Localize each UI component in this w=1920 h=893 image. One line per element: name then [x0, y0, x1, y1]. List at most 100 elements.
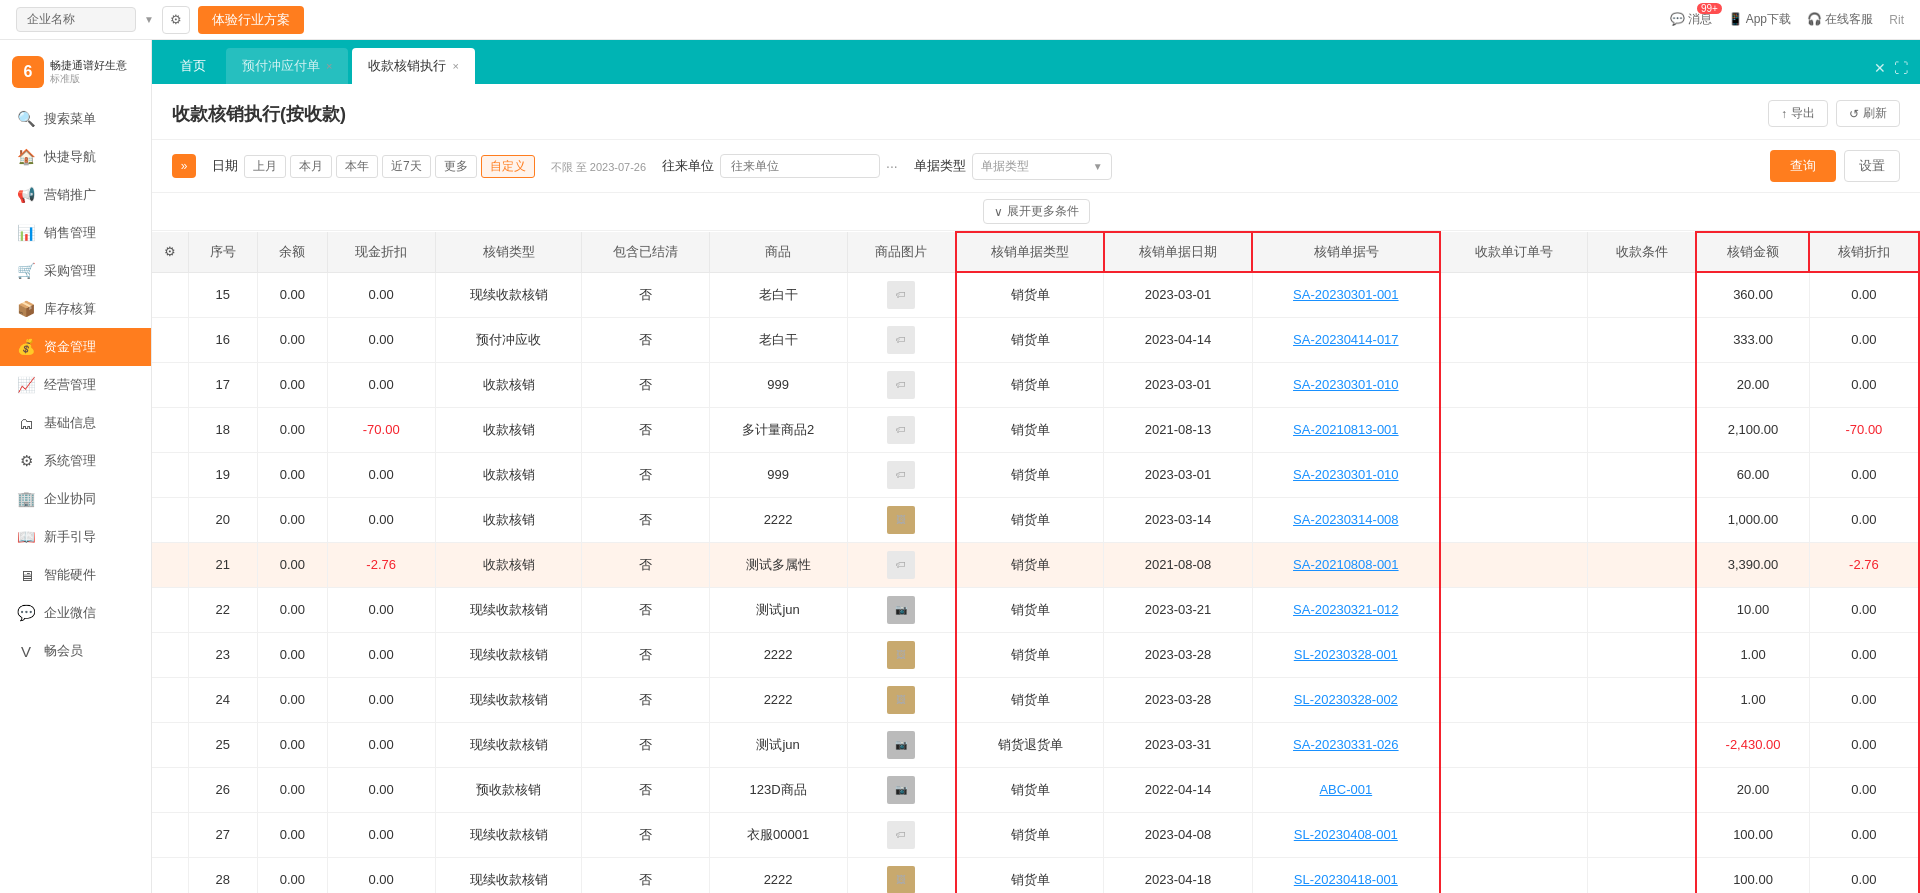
sidebar-item-finance[interactable]: 💰 资金管理 — [0, 328, 151, 366]
row-receipt-condition — [1587, 767, 1696, 812]
row-receipt-condition — [1587, 542, 1696, 587]
filter-partner-input[interactable] — [720, 154, 880, 178]
row-verify-bill-no[interactable]: SA-20230331-026 — [1252, 722, 1440, 767]
date-btn-custom[interactable]: 自定义 — [481, 155, 535, 178]
tab-home[interactable]: 首页 — [164, 48, 222, 84]
row-verify-bill-no[interactable]: SA-20230314-008 — [1252, 497, 1440, 542]
sidebar-item-search[interactable]: 🔍 搜索菜单 — [0, 100, 151, 138]
table-row: 180.00-70.00收款核销否多计量商品2🏷销货单2021-08-13SA-… — [152, 407, 1919, 452]
row-verify-bill-no[interactable]: SA-20210813-001 — [1252, 407, 1440, 452]
page-inner: 收款核销执行(按收款) ↑ 导出 ↺ 刷新 » — [152, 84, 1920, 893]
verify-bill-no-link[interactable]: SA-20210808-001 — [1293, 557, 1399, 572]
verify-bill-no-link[interactable]: SL-20230328-002 — [1294, 692, 1398, 707]
row-verify-bill-no[interactable]: SA-20230301-001 — [1252, 272, 1440, 317]
row-verify-discount: 0.00 — [1809, 587, 1919, 632]
refresh-button[interactable]: ↺ 刷新 — [1836, 100, 1900, 127]
verify-bill-no-link[interactable]: SA-20210813-001 — [1293, 422, 1399, 437]
verify-bill-no-link[interactable]: SA-20230301-001 — [1293, 287, 1399, 302]
sidebar-item-inventory[interactable]: 📦 库存核算 — [0, 290, 151, 328]
sidebar-item-basic[interactable]: 🗂 基础信息 — [0, 404, 151, 442]
tab-receipt[interactable]: 收款核销执行 × — [352, 48, 474, 84]
row-verify-bill-no[interactable]: SL-20230408-001 — [1252, 812, 1440, 857]
row-receipt-order-no — [1440, 857, 1587, 893]
tab-close-icon[interactable]: ✕ — [1874, 60, 1886, 76]
sidebar-item-hardware[interactable]: 🖥 智能硬件 — [0, 556, 151, 594]
sidebar-item-sales[interactable]: 📊 销售管理 — [0, 214, 151, 252]
verify-bill-no-link[interactable]: SA-20230314-008 — [1293, 512, 1399, 527]
refresh-icon: ↺ — [1849, 107, 1859, 121]
col-settings[interactable]: ⚙ — [152, 232, 188, 272]
row-settings-icon — [152, 857, 188, 893]
sidebar-item-marketing[interactable]: 📢 营销推广 — [0, 176, 151, 214]
row-receipt-order-no — [1440, 542, 1587, 587]
table-row: 220.000.00现续收款核销否测试jun📷销货单2023-03-21SA-2… — [152, 587, 1919, 632]
tab-expand-icon[interactable]: ⛶ — [1894, 60, 1908, 76]
filter-bill-type-select[interactable]: 单据类型 ▼ — [972, 153, 1112, 180]
sidebar-item-system[interactable]: ⚙ 系统管理 — [0, 442, 151, 480]
verify-bill-no-link[interactable]: ABC-001 — [1319, 782, 1372, 797]
verify-bill-no-link[interactable]: SL-20230408-001 — [1294, 827, 1398, 842]
table-body: 150.000.00现续收款核销否老白干🏷销货单2023-03-01SA-202… — [152, 272, 1919, 893]
row-verify-bill-no[interactable]: SA-20230301-010 — [1252, 452, 1440, 497]
sidebar-label-purchase: 采购管理 — [44, 262, 96, 280]
sidebar-label-system: 系统管理 — [44, 452, 96, 470]
tab-prepay[interactable]: 预付冲应付单 × — [226, 48, 348, 84]
page-content: 收款核销执行(按收款) ↑ 导出 ↺ 刷新 » — [152, 84, 1920, 893]
app-download-link[interactable]: 📱 App下载 — [1728, 11, 1791, 28]
company-dropdown-icon[interactable]: ▼ — [144, 14, 154, 25]
sidebar-item-wechat[interactable]: 💬 企业微信 — [0, 594, 151, 632]
row-verify-bill-no[interactable]: SL-20230418-001 — [1252, 857, 1440, 893]
date-btn-more[interactable]: 更多 — [435, 155, 477, 178]
row-verify-discount: 0.00 — [1809, 317, 1919, 362]
verify-bill-no-link[interactable]: SL-20230418-001 — [1294, 872, 1398, 887]
filter-partner-ellipsis[interactable]: ··· — [886, 158, 898, 174]
row-verify-bill-no[interactable]: SA-20230321-012 — [1252, 587, 1440, 632]
sidebar-item-guide[interactable]: 📖 新手引导 — [0, 518, 151, 556]
tab-receipt-label: 收款核销执行 — [368, 57, 446, 75]
settings-button[interactable]: 设置 — [1844, 150, 1900, 182]
sidebar-item-operations[interactable]: 📈 经营管理 — [0, 366, 151, 404]
date-btn-7days[interactable]: 近7天 — [382, 155, 431, 178]
row-verify-bill-no[interactable]: SL-20230328-001 — [1252, 632, 1440, 677]
sidebar-label-marketing: 营销推广 — [44, 186, 96, 204]
export-button[interactable]: ↑ 导出 — [1768, 100, 1828, 127]
row-verify-bill-no[interactable]: SL-20230328-002 — [1252, 677, 1440, 722]
sidebar-item-quick-nav[interactable]: 🏠 快捷导航 — [0, 138, 151, 176]
sidebar-item-purchase[interactable]: 🛒 采购管理 — [0, 252, 151, 290]
tab-prepay-close[interactable]: × — [326, 60, 332, 72]
tab-receipt-close[interactable]: × — [452, 60, 458, 72]
filter-expand-btn[interactable]: » — [172, 154, 196, 178]
verify-bill-no-link[interactable]: SA-20230331-026 — [1293, 737, 1399, 752]
company-selector[interactable]: 企业名称 — [16, 7, 136, 32]
row-verify-bill-no[interactable]: SA-20230301-010 — [1252, 362, 1440, 407]
row-verify-type: 收款核销 — [435, 542, 582, 587]
purchase-icon: 🛒 — [16, 262, 36, 280]
message-icon[interactable]: 💬 消息 99+ — [1670, 11, 1712, 28]
col-seq: 序号 — [188, 232, 258, 272]
verify-bill-no-link[interactable]: SA-20230414-017 — [1293, 332, 1399, 347]
row-settings-icon — [152, 587, 188, 632]
date-btn-last-month[interactable]: 上月 — [244, 155, 286, 178]
sidebar-item-member[interactable]: V 畅会员 — [0, 632, 151, 670]
industry-btn[interactable]: 体验行业方案 — [198, 6, 304, 34]
verify-bill-no-link[interactable]: SA-20230301-010 — [1293, 467, 1399, 482]
verify-bill-no-link[interactable]: SA-20230321-012 — [1293, 602, 1399, 617]
row-verify-date: 2023-03-28 — [1104, 677, 1252, 722]
settings-icon[interactable]: ⚙ — [162, 6, 190, 34]
sidebar-item-enterprise[interactable]: 🏢 企业协同 — [0, 480, 151, 518]
row-verify-date: 2022-04-14 — [1104, 767, 1252, 812]
expand-more-btn[interactable]: ∨ 展开更多条件 — [983, 199, 1090, 224]
row-seq: 21 — [188, 542, 258, 587]
row-balance: 0.00 — [258, 767, 328, 812]
verify-bill-no-link[interactable]: SL-20230328-001 — [1294, 647, 1398, 662]
row-seq: 26 — [188, 767, 258, 812]
row-verify-bill-no[interactable]: SA-20230414-017 — [1252, 317, 1440, 362]
verify-bill-no-link[interactable]: SA-20230301-010 — [1293, 377, 1399, 392]
query-button[interactable]: 查询 — [1770, 150, 1836, 182]
online-service-link[interactable]: 🎧 在线客服 — [1807, 11, 1873, 28]
row-verify-bill-no[interactable]: SA-20210808-001 — [1252, 542, 1440, 587]
date-btn-this-month[interactable]: 本月 — [290, 155, 332, 178]
table-row: 260.000.00预收款核销否123D商品📷销货单2022-04-14ABC-… — [152, 767, 1919, 812]
date-btn-this-year[interactable]: 本年 — [336, 155, 378, 178]
row-verify-bill-no[interactable]: ABC-001 — [1252, 767, 1440, 812]
